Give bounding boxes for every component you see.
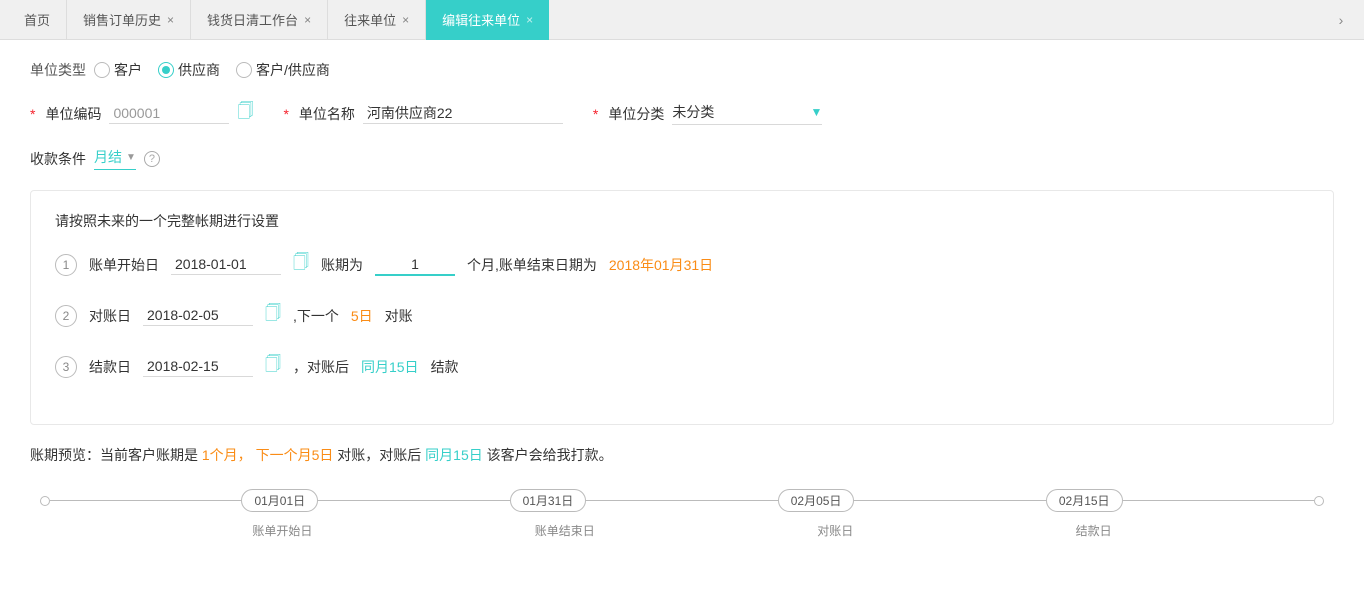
tl-line-5 (1123, 500, 1314, 501)
suffix2: 对账 (385, 306, 413, 326)
step-label-2: 对账日 (89, 306, 131, 326)
radio-supplier[interactable]: 供应商 (158, 60, 220, 80)
mid-label-1: 账期为 (321, 255, 363, 275)
close-icon[interactable]: × (167, 13, 174, 27)
collection-value: 月结 (94, 147, 122, 167)
step-label-3: 结款日 (89, 357, 131, 377)
unit-name-label: 单位名称 (299, 104, 355, 124)
preview-part1: 1个月， (202, 447, 252, 463)
unit-code-input[interactable] (109, 103, 229, 124)
suffix3: 结款 (431, 357, 459, 377)
tl-sublabel-1: 账单开始日 (252, 516, 312, 539)
unit-code-label: 单位编码 (45, 104, 101, 124)
close-icon[interactable]: × (402, 13, 409, 27)
preview-part4: 同月15日 (425, 447, 483, 463)
tab-expand-button[interactable]: › (1326, 0, 1356, 40)
preview-text: 账期预览：当前客户账期是 1个月， 下一个月5日 对账，对账后 同月15日 该客… (30, 445, 1334, 465)
unit-class-item: * 单位分类 未分类 ▼ (593, 102, 822, 125)
step-num-2: 2 (55, 305, 77, 327)
tl-line-4 (854, 500, 1045, 501)
collection-dropdown-icon: ▼ (126, 152, 136, 163)
reconcile-cal-icon[interactable]: 🗍 (265, 302, 281, 329)
tl-badge-3: 02月05日 (778, 489, 855, 512)
tl-line-3 (586, 500, 777, 501)
tl-node-1: 01月01日 (241, 489, 318, 512)
tl-sublabel-3: 对账日 (817, 516, 853, 539)
unit-type-label: 单位类型 (30, 60, 86, 80)
preview-part2: 下一个月5日 (256, 447, 334, 463)
tab-bar: 首页 销售订单历史 × 钱货日清工作台 × 往来单位 × 编辑往来单位 × › (0, 0, 1364, 40)
tl-sublabel-2: 账单结束日 (535, 516, 595, 539)
start-date-cal-icon[interactable]: 🗍 (293, 251, 309, 278)
radio-circle-customer (94, 62, 110, 78)
main-content: 单位类型 客户 供应商 客户/供应商 * 单位编码 (0, 40, 1364, 608)
collection-row: 收款条件 月结 ▼ ? (30, 147, 1334, 170)
timeline-labels-row: 账单开始日 账单结束日 对账日 结款日 (40, 516, 1324, 539)
collection-label: 收款条件 (30, 149, 86, 169)
tl-line-1 (50, 500, 241, 501)
suffix1: 个月,账单结束日期为 (467, 255, 597, 275)
tl-badge-1: 01月01日 (241, 489, 318, 512)
highlight3: 同月15日 (361, 357, 419, 377)
unit-info-row: * 单位编码 🗍 * 单位名称 * 单位分类 未分类 ▼ (30, 100, 1334, 127)
step-num-1: 1 (55, 254, 77, 276)
preview-part5: 该客户会给我打款。 (487, 447, 613, 463)
unit-class-value: 未分类 (672, 102, 714, 122)
tab-cash-work[interactable]: 钱货日清工作台 × (191, 0, 328, 40)
unit-type-row: 单位类型 客户 供应商 客户/供应商 (30, 60, 1334, 80)
close-icon[interactable]: × (304, 13, 311, 27)
tab-sales-history[interactable]: 销售订单历史 × (67, 0, 191, 40)
collection-item: 收款条件 月结 ▼ ? (30, 147, 160, 170)
section-title: 请按照未来的一个完整帐期进行设置 (55, 211, 1309, 231)
radio-both[interactable]: 客户/供应商 (236, 60, 330, 80)
collection-select[interactable]: 月结 ▼ (94, 147, 136, 170)
radio-customer[interactable]: 客户 (94, 60, 142, 80)
step-num-3: 3 (55, 356, 77, 378)
preview-part3: 对账，对账后 (337, 447, 421, 463)
unit-code-item: * 单位编码 🗍 (30, 100, 253, 127)
tab-home[interactable]: 首页 (8, 0, 67, 40)
tl-node-3: 02月05日 (778, 489, 855, 512)
unit-name-input[interactable] (363, 103, 563, 124)
tl-node-2: 01月31日 (510, 489, 587, 512)
close-icon-active[interactable]: × (526, 13, 533, 27)
unit-class-label: 单位分类 (608, 104, 664, 124)
month-input[interactable] (375, 254, 455, 276)
payment-date-input[interactable] (143, 356, 253, 377)
tab-edit-partner[interactable]: 编辑往来单位 × (426, 0, 549, 40)
tl-line-2 (318, 500, 509, 501)
radio-circle-both (236, 62, 252, 78)
highlight2: 5日 (351, 306, 373, 326)
tl-dot-start (40, 496, 50, 506)
step-row-2: 2 对账日 🗍 ,下一个 5日 对账 (55, 302, 1309, 329)
step-row-3: 3 结款日 🗍 ，对账后 同月15日 结款 (55, 353, 1309, 380)
tl-dot-end (1314, 496, 1324, 506)
radio-circle-supplier (158, 62, 174, 78)
unit-type-item: 单位类型 客户 供应商 客户/供应商 (30, 60, 330, 80)
unit-type-radio-group: 客户 供应商 客户/供应商 (94, 60, 330, 80)
help-icon[interactable]: ? (144, 151, 160, 167)
unit-code-icon[interactable]: 🗍 (237, 100, 253, 127)
tl-badge-4: 02月15日 (1046, 489, 1123, 512)
unit-class-dropdown-icon: ▼ (810, 105, 822, 119)
timeline-container: 01月01日 01月31日 02月05日 02月15日 账单开始日 (30, 489, 1334, 539)
unit-name-item: * 单位名称 (283, 103, 562, 124)
reconcile-date-input[interactable] (143, 305, 253, 326)
step-label-1: 账单开始日 (89, 255, 159, 275)
tl-node-4: 02月15日 (1046, 489, 1123, 512)
tl-badge-2: 01月31日 (510, 489, 587, 512)
tab-partner[interactable]: 往来单位 × (328, 0, 426, 40)
start-date-input[interactable] (171, 254, 281, 275)
date-end-highlight: 2018年01月31日 (609, 255, 713, 275)
period-settings-section: 请按照未来的一个完整帐期进行设置 1 账单开始日 🗍 账期为 个月,账单结束日期… (30, 190, 1334, 425)
payment-cal-icon[interactable]: 🗍 (265, 353, 281, 380)
prefix2: ,下一个 (293, 306, 339, 326)
unit-class-select[interactable]: 未分类 ▼ (672, 102, 822, 125)
timeline-line-row: 01月01日 01月31日 02月05日 02月15日 (40, 489, 1324, 512)
tl-sublabel-4: 结款日 (1076, 516, 1112, 539)
step-row-1: 1 账单开始日 🗍 账期为 个月,账单结束日期为 2018年01月31日 (55, 251, 1309, 278)
prefix3: ，对账后 (293, 357, 349, 377)
